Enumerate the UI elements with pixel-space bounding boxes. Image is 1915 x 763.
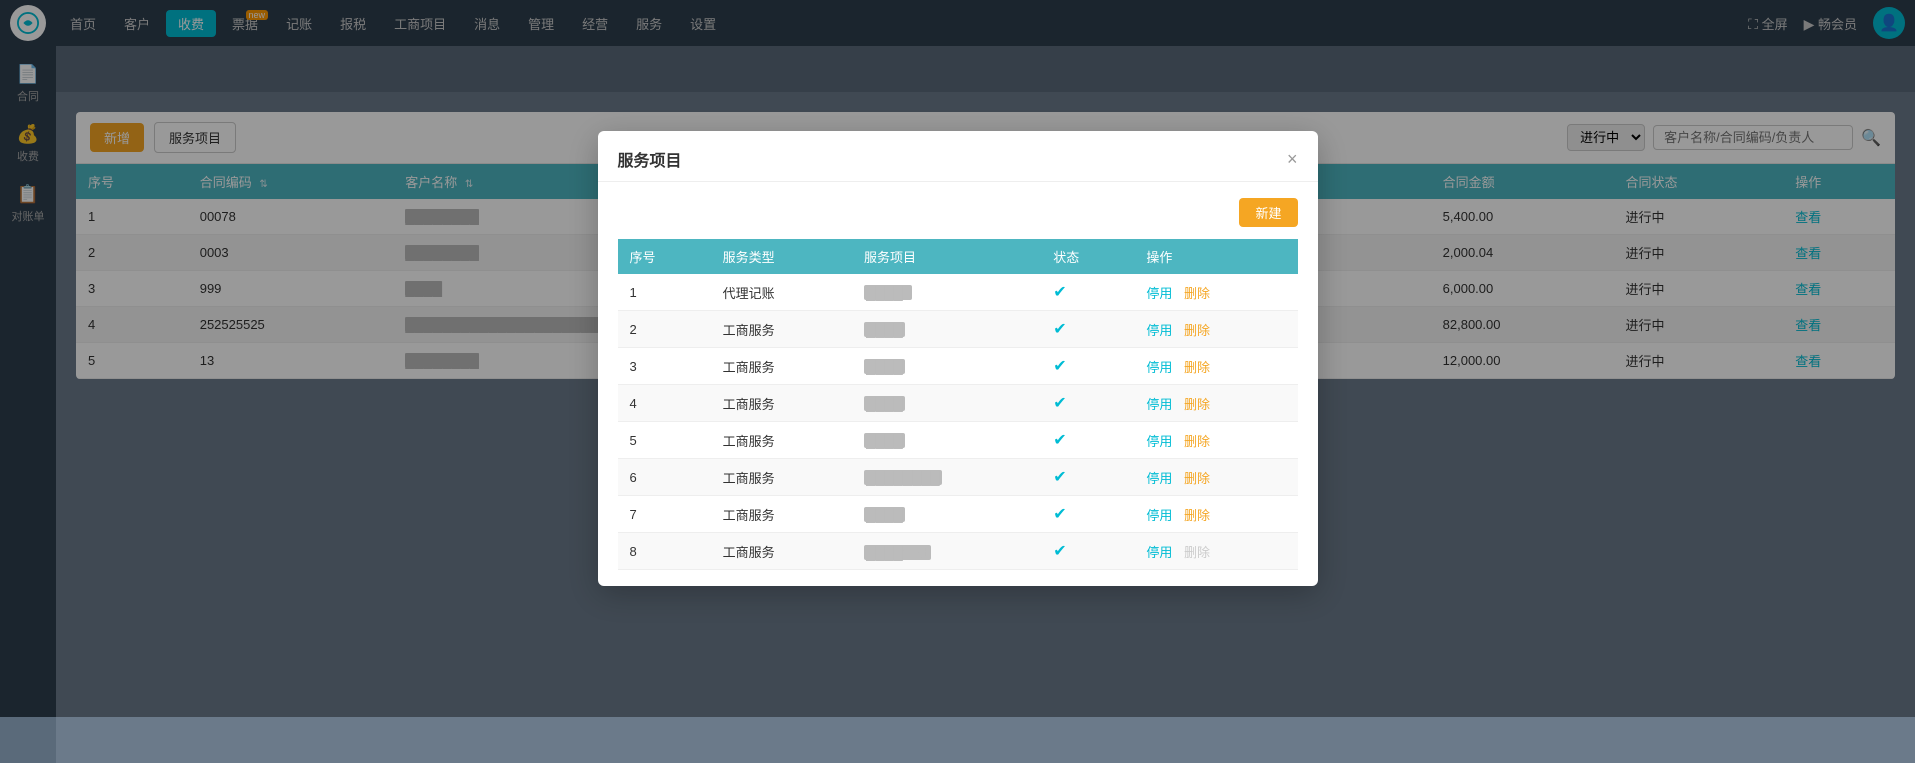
- status-check-icon: ✔: [1053, 321, 1066, 338]
- modal-header: 服务项目 ×: [598, 131, 1318, 182]
- delete-button[interactable]: 删除: [1184, 434, 1210, 449]
- modal-overlay[interactable]: 服务项目 × 新建 序号 服务类型 服务项目 状态 操作: [0, 0, 1915, 717]
- modal-table-row: 1 代理记账 ████1 ✔ 停用 删除: [618, 274, 1298, 311]
- status-check-icon: ✔: [1053, 395, 1066, 412]
- modal-cell-item: ████: [852, 311, 1041, 348]
- status-check-icon: ✔: [1053, 432, 1066, 449]
- stop-button[interactable]: 停用: [1146, 508, 1172, 523]
- delete-button[interactable]: 删除: [1184, 508, 1210, 523]
- modal-cell-status: ✔: [1041, 422, 1134, 459]
- delete-button[interactable]: 删除: [1184, 323, 1210, 338]
- modal-cell-action[interactable]: 停用 删除: [1134, 385, 1297, 422]
- status-check-icon: ✔: [1053, 284, 1066, 301]
- modal-cell-item: ████1: [852, 274, 1041, 311]
- modal-title: 服务项目: [618, 147, 682, 171]
- modal-cell-action[interactable]: 停用 删除: [1134, 348, 1297, 385]
- modal-cell-status: ✔: [1041, 348, 1134, 385]
- stop-button[interactable]: 停用: [1146, 471, 1172, 486]
- modal-cell-type: 工商服务: [711, 533, 852, 570]
- stop-button[interactable]: 停用: [1146, 545, 1172, 560]
- modal-table-row: 7 工商服务 ████ ✔ 停用 删除: [618, 496, 1298, 533]
- modal-cell-item: ████: [852, 422, 1041, 459]
- delete-button[interactable]: 删除: [1184, 545, 1210, 560]
- modal-cell-no: 3: [618, 348, 711, 385]
- modal-table-row: 8 工商服务 ████注册 ✔ 停用 删除: [618, 533, 1298, 570]
- modal-cell-type: 代理记账: [711, 274, 852, 311]
- modal-cell-type: 工商服务: [711, 311, 852, 348]
- modal-cell-no: 8: [618, 533, 711, 570]
- modal-body: 新建 序号 服务类型 服务项目 状态 操作 1 代理记账: [598, 182, 1318, 586]
- modal-cell-item: ████: [852, 385, 1041, 422]
- modal-service-table: 序号 服务类型 服务项目 状态 操作 1 代理记账 ████1 ✔ 停用 删除 …: [618, 239, 1298, 570]
- modal-cell-status: ✔: [1041, 311, 1134, 348]
- modal-table-row: 5 工商服务 ████ ✔ 停用 删除: [618, 422, 1298, 459]
- status-check-icon: ✔: [1053, 358, 1066, 375]
- modal-cell-status: ✔: [1041, 274, 1134, 311]
- modal-cell-item: ████████: [852, 459, 1041, 496]
- modal-new-button[interactable]: 新建: [1239, 198, 1297, 227]
- modal-cell-item: ████: [852, 348, 1041, 385]
- delete-button[interactable]: 删除: [1184, 360, 1210, 375]
- delete-button[interactable]: 删除: [1184, 397, 1210, 412]
- stop-button[interactable]: 停用: [1146, 397, 1172, 412]
- modal-cell-item: ████: [852, 496, 1041, 533]
- modal-cell-type: 工商服务: [711, 385, 852, 422]
- modal-cell-action[interactable]: 停用 删除: [1134, 459, 1297, 496]
- modal-cell-type: 工商服务: [711, 496, 852, 533]
- modal-cell-no: 4: [618, 385, 711, 422]
- modal-cell-status: ✔: [1041, 385, 1134, 422]
- modal-cell-type: 工商服务: [711, 459, 852, 496]
- modal-close-button[interactable]: ×: [1287, 149, 1298, 170]
- modal-cell-item: ████注册: [852, 533, 1041, 570]
- modal-cell-no: 5: [618, 422, 711, 459]
- modal-cell-action[interactable]: 停用 删除: [1134, 533, 1297, 570]
- delete-button[interactable]: 删除: [1184, 471, 1210, 486]
- modal-cell-action[interactable]: 停用 删除: [1134, 274, 1297, 311]
- stop-button[interactable]: 停用: [1146, 360, 1172, 375]
- modal-table-row: 3 工商服务 ████ ✔ 停用 删除: [618, 348, 1298, 385]
- modal-col-type: 服务类型: [711, 239, 852, 274]
- modal-col-item: 服务项目: [852, 239, 1041, 274]
- modal-cell-no: 1: [618, 274, 711, 311]
- modal-col-no: 序号: [618, 239, 711, 274]
- service-modal: 服务项目 × 新建 序号 服务类型 服务项目 状态 操作: [598, 131, 1318, 586]
- modal-cell-action[interactable]: 停用 删除: [1134, 496, 1297, 533]
- modal-cell-no: 2: [618, 311, 711, 348]
- delete-button[interactable]: 删除: [1184, 286, 1210, 301]
- modal-cell-no: 7: [618, 496, 711, 533]
- modal-cell-no: 6: [618, 459, 711, 496]
- modal-cell-status: ✔: [1041, 533, 1134, 570]
- modal-cell-status: ✔: [1041, 496, 1134, 533]
- status-check-icon: ✔: [1053, 506, 1066, 523]
- stop-button[interactable]: 停用: [1146, 323, 1172, 338]
- modal-cell-action[interactable]: 停用 删除: [1134, 311, 1297, 348]
- status-check-icon: ✔: [1053, 469, 1066, 486]
- modal-cell-type: 工商服务: [711, 348, 852, 385]
- modal-table-row: 4 工商服务 ████ ✔ 停用 删除: [618, 385, 1298, 422]
- status-check-icon: ✔: [1053, 543, 1066, 560]
- modal-table-row: 2 工商服务 ████ ✔ 停用 删除: [618, 311, 1298, 348]
- modal-col-action: 操作: [1134, 239, 1297, 274]
- modal-cell-action[interactable]: 停用 删除: [1134, 422, 1297, 459]
- modal-col-status: 状态: [1041, 239, 1134, 274]
- modal-cell-status: ✔: [1041, 459, 1134, 496]
- modal-toolbar: 新建: [618, 198, 1298, 227]
- stop-button[interactable]: 停用: [1146, 286, 1172, 301]
- stop-button[interactable]: 停用: [1146, 434, 1172, 449]
- modal-cell-type: 工商服务: [711, 422, 852, 459]
- modal-table-row: 6 工商服务 ████████ ✔ 停用 删除: [618, 459, 1298, 496]
- modal-table-scroll[interactable]: 序号 服务类型 服务项目 状态 操作 1 代理记账 ████1 ✔ 停用 删除 …: [618, 239, 1298, 570]
